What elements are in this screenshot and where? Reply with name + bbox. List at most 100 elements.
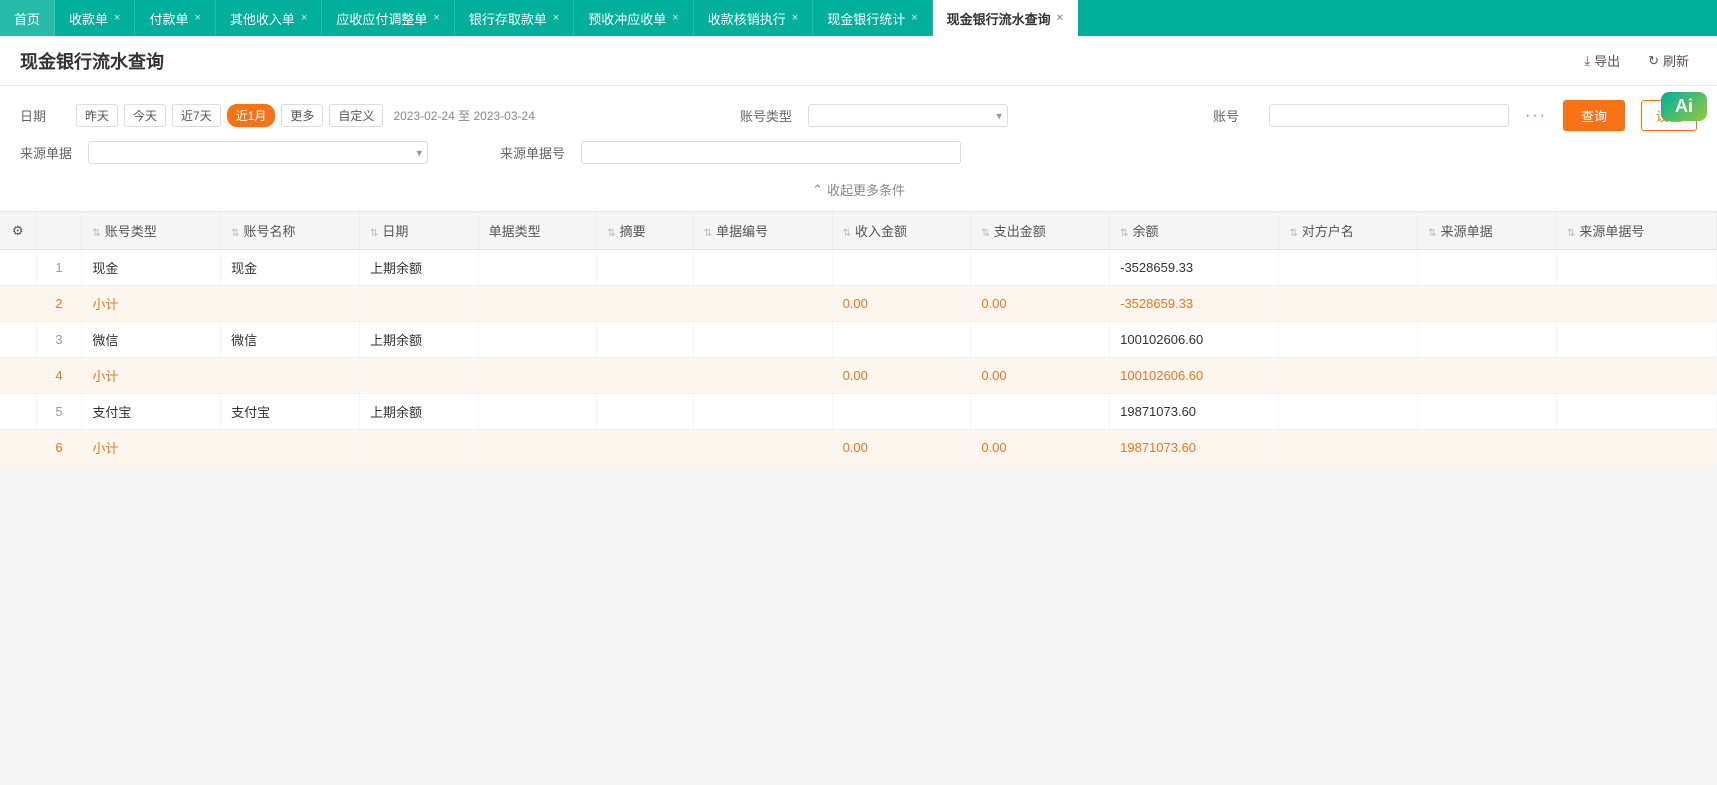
nav-collection[interactable]: 收款单 ×	[55, 0, 135, 36]
nav-home[interactable]: 首页	[0, 0, 55, 36]
table-cell	[0, 286, 36, 322]
col-expense[interactable]: ⇅支出金额	[971, 212, 1110, 250]
query-button[interactable]: 查询	[1563, 100, 1625, 131]
table-row: 5支付宝支付宝上期余额19871073.60	[0, 394, 1717, 430]
table-cell: 3	[36, 322, 82, 358]
close-icon[interactable]: ×	[672, 12, 678, 24]
close-icon[interactable]: ×	[194, 12, 200, 24]
col-seq	[36, 212, 82, 250]
col-account-name[interactable]: ⇅账号名称	[221, 212, 360, 250]
source-doc-no-input[interactable]	[581, 141, 961, 164]
page-header: 现金银行流水查询 ⤓ 导出 ↻ 刷新	[0, 36, 1717, 86]
account-type-label: 账号类型	[740, 106, 792, 125]
close-icon[interactable]: ×	[433, 12, 439, 24]
table-cell	[478, 322, 597, 358]
close-icon[interactable]: ×	[114, 12, 120, 24]
export-button[interactable]: ⤓ 导出	[1576, 47, 1628, 74]
refresh-icon: ↻	[1648, 53, 1659, 69]
table-cell	[832, 394, 971, 430]
date-more[interactable]: 更多	[281, 104, 323, 127]
nav-writeoff[interactable]: 收款核销执行 ×	[694, 0, 813, 36]
table-cell	[1279, 358, 1418, 394]
table-cell	[597, 358, 694, 394]
table-cell	[971, 322, 1110, 358]
table-cell	[221, 286, 360, 322]
table-cell: -3528659.33	[1110, 250, 1279, 286]
date-today[interactable]: 今天	[124, 104, 166, 127]
date-custom[interactable]: 自定义	[329, 104, 383, 127]
nav-adjustment[interactable]: 应收应付调整单 ×	[322, 0, 454, 36]
table-cell	[1418, 394, 1557, 430]
col-date[interactable]: ⇅日期	[359, 212, 478, 250]
col-counterpart[interactable]: ⇅对方户名	[1279, 212, 1418, 250]
table-cell	[359, 430, 478, 466]
table-cell: 微信	[221, 322, 360, 358]
table-cell	[1279, 322, 1418, 358]
table-cell	[359, 358, 478, 394]
table-cell: 100102606.60	[1110, 322, 1279, 358]
nav-other-income[interactable]: 其他收入单 ×	[216, 0, 322, 36]
table-cell: 上期余额	[359, 322, 478, 358]
table-cell: 现金	[221, 250, 360, 286]
account-type-select[interactable]	[808, 104, 1008, 127]
date-7days[interactable]: 近7天	[172, 104, 221, 127]
close-icon[interactable]: ×	[553, 12, 559, 24]
table-cell: 1	[36, 250, 82, 286]
nav-cash-stat[interactable]: 现金银行统计 ×	[813, 0, 932, 36]
table-cell: 微信	[82, 322, 221, 358]
table-cell	[478, 250, 597, 286]
close-icon[interactable]: ×	[1057, 12, 1063, 24]
table-container: ⚙ ⇅账号类型 ⇅账号名称 ⇅日期 单据类型 ⇅摘要 ⇅单据编号 ⇅收入金额 ⇅…	[0, 212, 1717, 466]
table-cell: 2	[36, 286, 82, 322]
nav-prepay[interactable]: 预收冲应收单 ×	[574, 0, 693, 36]
nav-cash-flow[interactable]: 现金银行流水查询 ×	[933, 0, 1078, 36]
table-cell	[1556, 358, 1716, 394]
table-cell: 小计	[82, 286, 221, 322]
table-cell	[0, 430, 36, 466]
table-cell	[597, 286, 694, 322]
col-gear[interactable]: ⚙	[0, 212, 36, 250]
source-doc-select[interactable]	[88, 141, 428, 164]
close-icon[interactable]: ×	[301, 12, 307, 24]
account-input[interactable]	[1269, 104, 1509, 127]
table-cell	[971, 250, 1110, 286]
table-cell	[0, 250, 36, 286]
nav-bank-deposit[interactable]: 银行存取款单 ×	[455, 0, 574, 36]
table-cell: 0.00	[832, 430, 971, 466]
col-income[interactable]: ⇅收入金额	[832, 212, 971, 250]
col-balance[interactable]: ⇅余额	[1110, 212, 1279, 250]
close-icon[interactable]: ×	[911, 12, 917, 24]
table-cell	[1556, 250, 1716, 286]
table-cell	[1279, 430, 1418, 466]
table-cell	[1418, 322, 1557, 358]
account-label: 账号	[1213, 106, 1253, 125]
col-summary[interactable]: ⇅摘要	[597, 212, 694, 250]
col-account-type[interactable]: ⇅账号类型	[82, 212, 221, 250]
ai-badge[interactable]: Ai	[1661, 92, 1707, 121]
table-cell	[693, 286, 832, 322]
more-dots-icon[interactable]: ···	[1525, 107, 1547, 125]
col-source-doc[interactable]: ⇅来源单据	[1418, 212, 1557, 250]
source-doc-no-label: 来源单据号	[500, 143, 565, 162]
refresh-button[interactable]: ↻ 刷新	[1640, 47, 1697, 74]
col-source-doc-no[interactable]: ⇅来源单据号	[1556, 212, 1716, 250]
date-1month[interactable]: 近1月	[227, 104, 276, 127]
table-cell: 6	[36, 430, 82, 466]
col-doc-no[interactable]: ⇅单据编号	[693, 212, 832, 250]
table-cell	[1279, 286, 1418, 322]
close-icon[interactable]: ×	[792, 12, 798, 24]
collapse-button[interactable]: ⌃ 收起更多条件	[20, 174, 1697, 201]
header-actions: ⤓ 导出 ↻ 刷新	[1576, 47, 1697, 74]
nav-payment[interactable]: 付款单 ×	[135, 0, 215, 36]
date-options: 昨天 今天 近7天 近1月 更多 自定义 2023-02-24 至 2023-0…	[76, 104, 535, 127]
table-cell	[597, 322, 694, 358]
table-cell	[0, 394, 36, 430]
date-yesterday[interactable]: 昨天	[76, 104, 118, 127]
table-row: 6小计0.000.0019871073.60	[0, 430, 1717, 466]
table-cell	[693, 430, 832, 466]
filter-row-date: 日期 昨天 今天 近7天 近1月 更多 自定义 2023-02-24 至 202…	[20, 100, 1697, 131]
table-cell	[1418, 358, 1557, 394]
table-header-row: ⚙ ⇅账号类型 ⇅账号名称 ⇅日期 单据类型 ⇅摘要 ⇅单据编号 ⇅收入金额 ⇅…	[0, 212, 1717, 250]
table-cell: 4	[36, 358, 82, 394]
table-cell: 5	[36, 394, 82, 430]
